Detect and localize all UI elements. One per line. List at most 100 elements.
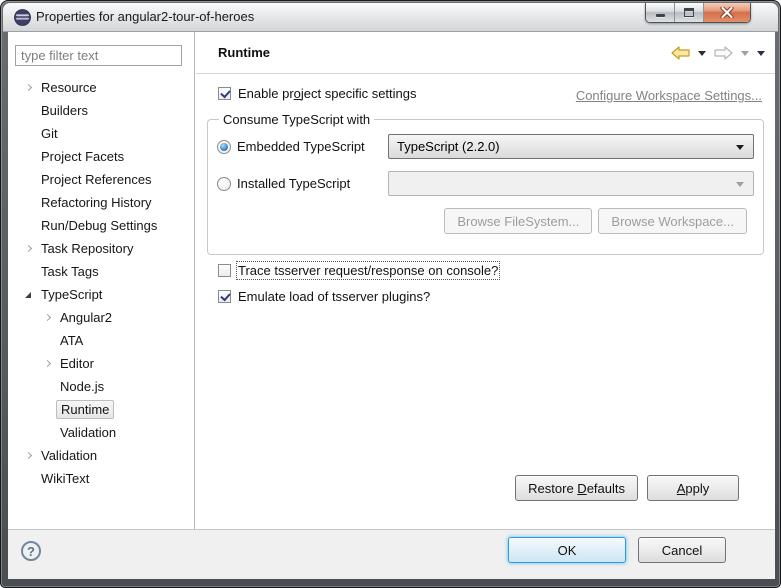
forward-menu-button[interactable] bbox=[739, 50, 751, 57]
trace-tsserver-checkbox[interactable] bbox=[218, 264, 231, 277]
sidebar-item-angular2[interactable]: Angular2 bbox=[8, 306, 194, 329]
header-divider bbox=[196, 73, 775, 74]
filter-input[interactable] bbox=[15, 45, 182, 66]
consume-typescript-group: Consume TypeScript with Embedded TypeScr… bbox=[207, 112, 764, 255]
installed-typescript-combo[interactable] bbox=[388, 171, 754, 196]
minimize-icon bbox=[655, 13, 665, 17]
tree-item-label: Editor bbox=[60, 356, 94, 371]
embedded-typescript-radio[interactable] bbox=[217, 139, 231, 154]
restore-defaults-button[interactable]: Restore Defaults bbox=[515, 475, 638, 501]
window-controls bbox=[645, 3, 751, 23]
tree-item-label: Task Tags bbox=[41, 264, 99, 279]
chevron-right-icon[interactable] bbox=[24, 244, 33, 253]
sidebar-item-task-repository[interactable]: Task Repository bbox=[8, 237, 194, 260]
ok-button[interactable]: OK bbox=[508, 537, 626, 563]
forward-arrow-icon bbox=[714, 46, 733, 60]
page-title: Runtime bbox=[218, 45, 270, 60]
sidebar-item-ata[interactable]: ATA bbox=[8, 329, 194, 352]
view-menu-button[interactable] bbox=[755, 50, 767, 57]
sidebar-item-project-references[interactable]: Project References bbox=[8, 168, 194, 191]
history-toolbar bbox=[669, 45, 767, 61]
embedded-typescript-combo-value: TypeScript (2.2.0) bbox=[397, 139, 500, 154]
preferences-tree: Resource Builders Git Project Facets Pro… bbox=[8, 76, 194, 490]
tree-item-label: WikiText bbox=[41, 471, 90, 486]
chevron-down-icon bbox=[736, 145, 744, 150]
window-title: Properties for angular2-tour-of-heroes bbox=[36, 9, 255, 24]
sidebar-item-validation[interactable]: Validation bbox=[8, 444, 194, 467]
tree-item-label: Validation bbox=[60, 425, 117, 440]
triangle-expanded-icon[interactable] bbox=[25, 291, 31, 298]
tree-item-label: Project References bbox=[41, 172, 152, 187]
sidebar-item-builders[interactable]: Builders bbox=[8, 99, 194, 122]
trace-tsserver-row: Trace tsserver request/response on conso… bbox=[218, 261, 501, 280]
forward-button[interactable] bbox=[712, 45, 735, 61]
browse-buttons-row: Browse FileSystem... Browse Workspace... bbox=[217, 208, 747, 234]
properties-dialog-window: Properties for angular2-tour-of-heroes R… bbox=[0, 0, 781, 588]
sidebar-item-run-debug-settings[interactable]: Run/Debug Settings bbox=[8, 214, 194, 237]
dropdown-triangle-icon bbox=[741, 50, 749, 56]
sidebar-item-refactoring-history[interactable]: Refactoring History bbox=[8, 191, 194, 214]
dialog-button-bar: ? OK Cancel bbox=[8, 529, 775, 579]
tree-item-label: Resource bbox=[41, 80, 97, 95]
back-button[interactable] bbox=[669, 45, 692, 61]
enable-project-settings-label: Enable project specific settings bbox=[238, 86, 417, 101]
tree-item-label: Git bbox=[41, 126, 58, 141]
sidebar-item-validation-ts[interactable]: Validation bbox=[8, 421, 194, 444]
maximize-icon bbox=[684, 8, 694, 17]
titlebar[interactable]: Properties for angular2-tour-of-heroes bbox=[3, 3, 778, 32]
chevron-right-icon[interactable] bbox=[43, 313, 52, 322]
embedded-typescript-combo[interactable]: TypeScript (2.2.0) bbox=[388, 134, 754, 159]
dropdown-triangle-icon bbox=[698, 50, 706, 56]
emulate-plugins-row: Emulate load of tsserver plugins? bbox=[218, 289, 430, 304]
cancel-button[interactable]: Cancel bbox=[638, 537, 726, 563]
apply-button[interactable]: Apply bbox=[647, 475, 739, 501]
tree-item-label: Node.js bbox=[60, 379, 105, 394]
tree-item-label: Run/Debug Settings bbox=[41, 218, 158, 233]
minimize-button[interactable] bbox=[646, 3, 675, 22]
tree-item-label: Builders bbox=[41, 103, 88, 118]
emulate-plugins-label: Emulate load of tsserver plugins? bbox=[238, 289, 431, 304]
dialog-client-area: Resource Builders Git Project Facets Pro… bbox=[8, 32, 775, 579]
chevron-right-icon[interactable] bbox=[24, 451, 33, 460]
back-arrow-icon bbox=[671, 46, 690, 60]
question-mark-icon: ? bbox=[27, 543, 35, 559]
installed-typescript-radio[interactable] bbox=[217, 176, 231, 191]
runtime-settings-panel: Runtime Enable project specific settings… bbox=[196, 32, 775, 529]
eclipse-icon bbox=[14, 9, 31, 26]
sidebar-item-project-facets[interactable]: Project Facets bbox=[8, 145, 194, 168]
browse-workspace-button[interactable]: Browse Workspace... bbox=[598, 208, 747, 234]
sidebar-item-git[interactable]: Git bbox=[8, 122, 194, 145]
tree-item-label: Validation bbox=[41, 448, 98, 463]
installed-typescript-label: Installed TypeScript bbox=[237, 176, 351, 191]
help-button[interactable]: ? bbox=[21, 541, 41, 561]
tree-item-label: Task Repository bbox=[41, 241, 134, 256]
defaults-apply-row: Restore Defaults Apply bbox=[515, 475, 739, 501]
chevron-right-icon[interactable] bbox=[43, 359, 52, 368]
maximize-button[interactable] bbox=[675, 3, 704, 22]
sidebar-item-editor[interactable]: Editor bbox=[8, 352, 194, 375]
tree-item-label: Refactoring History bbox=[41, 195, 152, 210]
enable-project-settings-row: Enable project specific settings bbox=[218, 86, 417, 101]
browse-filesystem-button[interactable]: Browse FileSystem... bbox=[444, 208, 593, 234]
configure-workspace-settings-link[interactable]: Configure Workspace Settings... bbox=[576, 88, 762, 103]
sidebar-item-wikitext[interactable]: WikiText bbox=[8, 467, 194, 490]
emulate-plugins-checkbox[interactable] bbox=[218, 290, 231, 303]
sidebar-item-nodejs[interactable]: Node.js bbox=[8, 375, 194, 398]
enable-project-settings-checkbox[interactable] bbox=[218, 87, 231, 100]
sidebar-item-runtime[interactable]: Runtime bbox=[8, 398, 194, 421]
chevron-right-icon[interactable] bbox=[24, 83, 33, 92]
embedded-typescript-label: Embedded TypeScript bbox=[237, 139, 365, 154]
embedded-typescript-row: Embedded TypeScript TypeScript (2.2.0) bbox=[217, 134, 754, 159]
close-button[interactable] bbox=[704, 3, 750, 22]
tree-item-label: Project Facets bbox=[41, 149, 125, 164]
back-menu-button[interactable] bbox=[696, 50, 708, 57]
sidebar-item-typescript[interactable]: TypeScript bbox=[8, 283, 194, 306]
sidebar-item-task-tags[interactable]: Task Tags bbox=[8, 260, 194, 283]
view-menu-triangle-icon bbox=[757, 50, 765, 56]
sidebar-item-resource[interactable]: Resource bbox=[8, 76, 194, 99]
group-title: Consume TypeScript with bbox=[223, 112, 371, 127]
installed-typescript-row: Installed TypeScript bbox=[217, 171, 754, 196]
tree-item-label: TypeScript bbox=[41, 287, 103, 302]
tree-item-label-selected: Runtime bbox=[56, 400, 115, 419]
chevron-down-icon bbox=[736, 182, 744, 187]
